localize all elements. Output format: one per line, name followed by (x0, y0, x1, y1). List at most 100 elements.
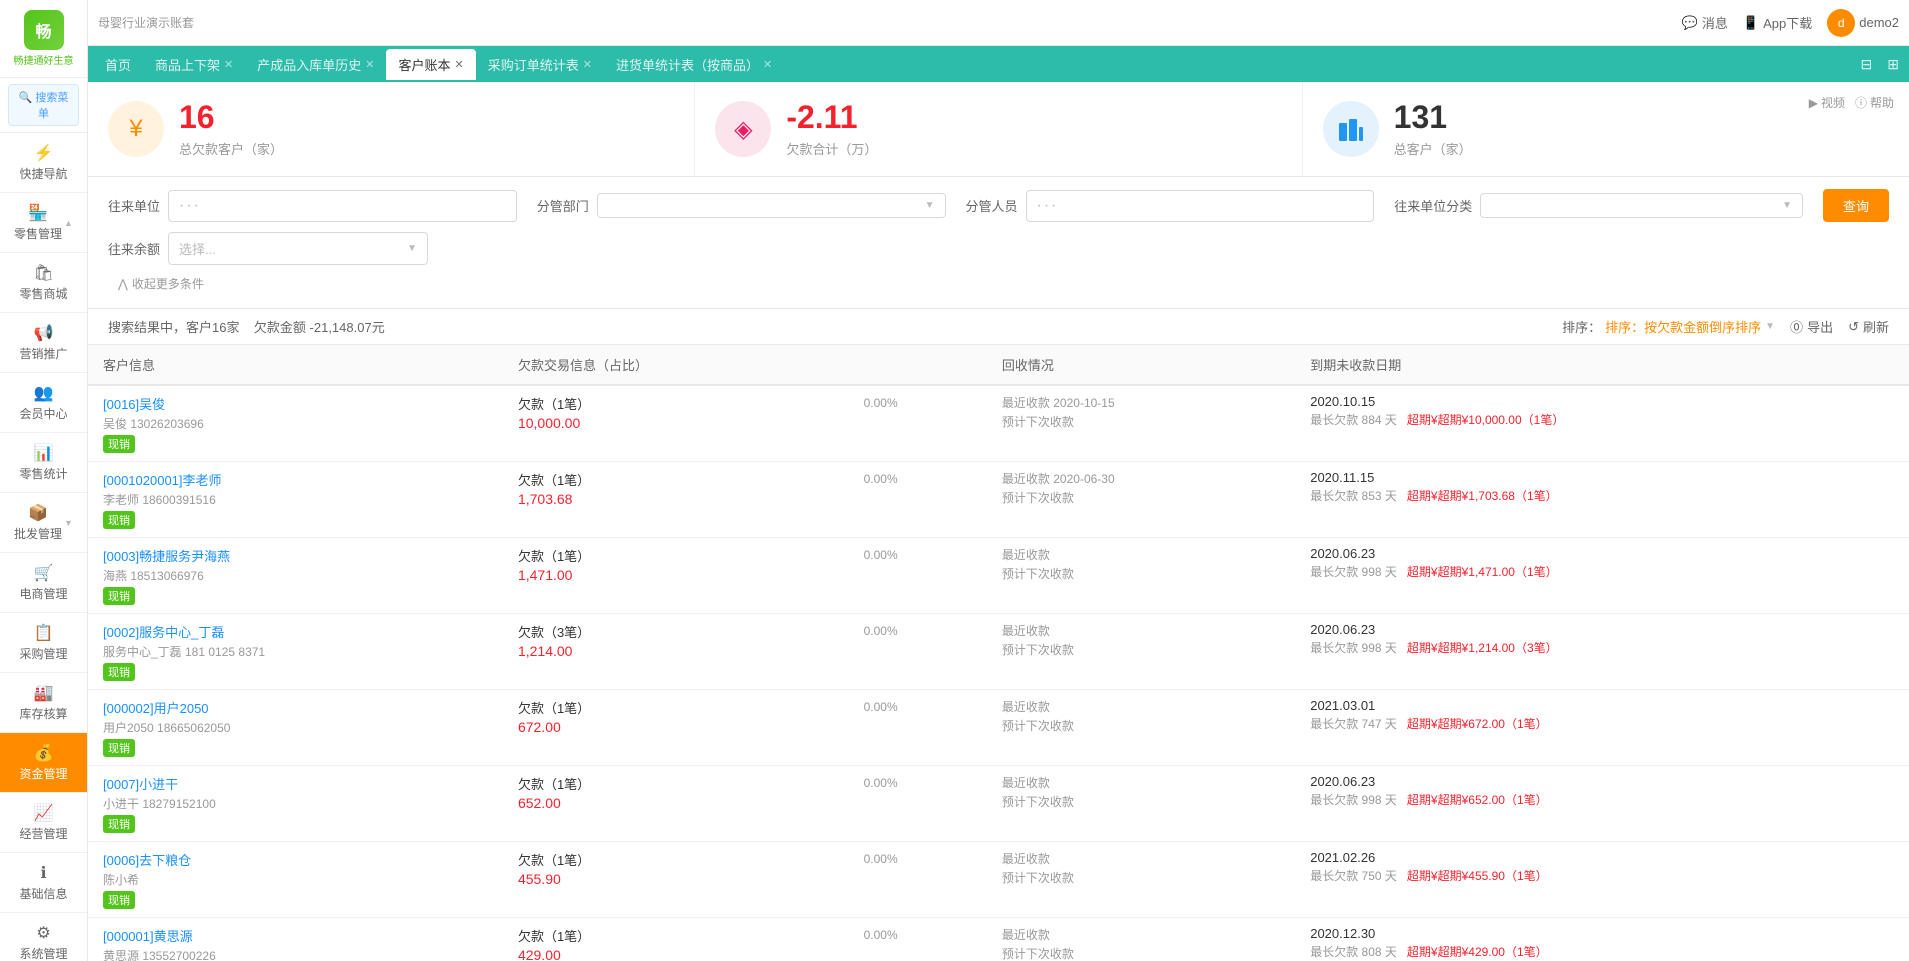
tab-product-status[interactable]: 商品上下架 ✕ (143, 49, 245, 80)
col-due-date: 到期未收款日期 (1295, 345, 1909, 385)
payback-next-4: 预计下次收款 (1002, 717, 1280, 734)
cell-due-2: 2020.06.23 最长欠款 998 天 超期¥超期¥1,471.00（1笔） (1295, 538, 1909, 614)
customer-name-6[interactable]: [0006]去下粮仓 (103, 850, 488, 869)
customer-name-5[interactable]: [0007]小进干 (103, 774, 488, 793)
tabs-minimize-btn[interactable]: ⊟ (1856, 54, 1878, 75)
search-menu-btn[interactable]: 🔍 搜索菜单 (8, 84, 79, 126)
close-tab-production-history[interactable]: ✕ (365, 58, 374, 71)
help-link[interactable]: ⓘ 帮助 (1855, 94, 1894, 111)
filter-input-person[interactable]: ··· (1026, 190, 1375, 222)
payback-next-2: 预计下次收款 (1002, 565, 1280, 582)
message-btn[interactable]: 💬 消息 (1682, 13, 1728, 32)
query-button[interactable]: 查询 (1823, 189, 1889, 222)
debt-amount-0[interactable]: 10,000.00 (518, 415, 834, 431)
sidebar-item-inventory[interactable]: 🏭 库存核算 (0, 673, 87, 733)
help-icon: ⓘ (1855, 94, 1867, 111)
chevron-category: ▼ (1782, 200, 1792, 211)
sort-select[interactable]: 排序： 排序：按欠款金额倒序排序 ▼ (1562, 317, 1775, 336)
sidebar-item-member[interactable]: 👥 会员中心 (0, 373, 87, 433)
sidebar-item-quick-nav[interactable]: ⚡ 快捷导航 (0, 133, 87, 193)
payback-next-0: 预计下次收款 (1002, 413, 1280, 430)
tabs-maximize-btn[interactable]: ⊞ (1882, 54, 1904, 75)
table-row: [000002]用户2050 用户2050 18665062050 现销 欠款（… (88, 690, 1909, 766)
collapse-filter-btn[interactable]: ⋀ 收起更多条件 (108, 271, 1889, 296)
overdue-link-0[interactable]: 超期¥超期¥10,000.00（1笔） (1407, 413, 1564, 427)
tab-production-history[interactable]: 产成品入库单历史 ✕ (245, 49, 386, 80)
overdue-link-5[interactable]: 超期¥超期¥652.00（1笔） (1407, 793, 1548, 807)
sidebar-item-system[interactable]: ⚙ 系统管理 (0, 913, 87, 961)
filter-select-category[interactable]: ▼ (1480, 193, 1803, 218)
overdue-link-7[interactable]: 超期¥超期¥429.00（1笔） (1407, 945, 1548, 959)
sidebar-item-retail-stat[interactable]: 📊 零售统计 (0, 433, 87, 493)
sidebar-item-finance[interactable]: 💰 资金管理 (0, 733, 87, 793)
close-tab-purchase-summary[interactable]: ✕ (583, 58, 592, 71)
customer-name-0[interactable]: [0016]吴俊 (103, 394, 488, 413)
overdue-link-3[interactable]: 超期¥超期¥1,214.00（3笔） (1407, 641, 1558, 655)
cell-debt-count-5: 欠款（1笔） 652.00 (503, 766, 849, 842)
refresh-btn[interactable]: ↺ 刷新 (1848, 317, 1889, 336)
customer-name-4[interactable]: [000002]用户2050 (103, 698, 488, 717)
user-menu-btn[interactable]: d demo2 (1827, 9, 1899, 37)
customer-sub-2: 海燕 18513066976 (103, 567, 488, 584)
sidebar-item-ecommerce[interactable]: 🛒 电商管理 (0, 553, 87, 613)
tab-home[interactable]: 首页 (93, 49, 143, 80)
debt-amount-3[interactable]: 1,214.00 (518, 643, 834, 659)
sidebar-item-marketing[interactable]: 📢 营销推广 (0, 313, 87, 373)
video-icon: ▶ (1809, 96, 1818, 110)
overdue-days-4: 最长欠款 747 天 (1310, 717, 1403, 731)
table-row: [000001]黄思源 黄思源 13552700226 现销 欠款（1笔） 42… (88, 918, 1909, 961)
overdue-link-4[interactable]: 超期¥超期¥672.00（1笔） (1407, 717, 1548, 731)
close-tab-purchase-product-summary[interactable]: ✕ (763, 58, 772, 71)
payback-date-7: 最近收款 (1002, 926, 1280, 943)
cell-payback-6: 最近收款 预计下次收款 (987, 842, 1295, 918)
payback-date-4: 最近收款 (1002, 698, 1280, 715)
overdue-link-1[interactable]: 超期¥超期¥1,703.68（1笔） (1407, 489, 1558, 503)
cell-debt-ratio-2: 0.00% (849, 538, 987, 614)
sidebar-item-wholesale[interactable]: 📦 批发管理 ▼ (0, 493, 87, 553)
debt-amount-1[interactable]: 1,703.68 (518, 491, 834, 507)
customer-name-1[interactable]: [0001020001]李老师 (103, 470, 488, 489)
message-icon: 💬 (1682, 15, 1698, 31)
overdue-text-0: 最长欠款 884 天 超期¥超期¥10,000.00（1笔） (1310, 411, 1894, 428)
export-btn[interactable]: ⓪ 导出 (1790, 317, 1833, 336)
customer-tag-4: 现销 (103, 739, 135, 757)
due-date-5: 2020.06.23 (1310, 774, 1894, 789)
tab-purchase-product-summary[interactable]: 进货单统计表（按商品） ✕ (604, 49, 784, 80)
debt-amount-7[interactable]: 429.00 (518, 947, 834, 961)
topbar: 母婴行业演示账套 💬 消息 📱 App下载 d demo2 (88, 0, 1909, 46)
sidebar-item-purchase[interactable]: 📋 采购管理 (0, 613, 87, 673)
cell-debt-ratio-1: 0.00% (849, 462, 987, 538)
debt-amount-6[interactable]: 455.90 (518, 871, 834, 887)
sidebar-item-operations[interactable]: 📈 经营管理 (0, 793, 87, 853)
customer-name-7[interactable]: [000001]黄思源 (103, 926, 488, 945)
customer-name-3[interactable]: [0002]服务中心_丁磊 (103, 622, 488, 641)
tab-customer-account[interactable]: 客户账本 ✕ (386, 49, 475, 80)
sidebar-item-retail-shop[interactable]: 🛍 零售商城 (0, 253, 87, 313)
cell-due-3: 2020.06.23 最长欠款 998 天 超期¥超期¥1,214.00（3笔） (1295, 614, 1909, 690)
filter-input-partner[interactable]: ··· (168, 190, 517, 222)
overdue-link-6[interactable]: 超期¥超期¥455.90（1笔） (1407, 869, 1548, 883)
customer-name-2[interactable]: [0003]畅捷服务尹海燕 (103, 546, 488, 565)
stat-card-debt-customers: ¥ 16 总欠款客户（家） (88, 82, 695, 176)
debt-amount-5[interactable]: 652.00 (518, 795, 834, 811)
customer-tag-5: 现销 (103, 815, 135, 833)
sidebar-item-retail-mgmt[interactable]: 🏪 零售管理 ▲ (0, 193, 87, 253)
sidebar-item-basic-info[interactable]: ℹ 基础信息 (0, 853, 87, 913)
debt-count-2: 欠款（1笔） (518, 546, 834, 565)
debt-amount-4[interactable]: 672.00 (518, 719, 834, 735)
close-tab-customer-account[interactable]: ✕ (455, 58, 464, 71)
debt-amount-2[interactable]: 1,471.00 (518, 567, 834, 583)
video-link[interactable]: ▶ 视频 (1809, 94, 1845, 111)
cell-debt-count-7: 欠款（1笔） 429.00 (503, 918, 849, 961)
filter-select-dept[interactable]: ▼ (597, 193, 946, 218)
stat-label-debt-customers: 总欠款客户（家） (179, 139, 674, 158)
table-row: [0006]去下粮仓 陈小希 现销 欠款（1笔） 455.90 0.00% 最近… (88, 842, 1909, 918)
tabs-actions: ⊟ ⊞ (1856, 54, 1904, 75)
close-tab-product-status[interactable]: ✕ (224, 58, 233, 71)
filter-select-balance[interactable]: 选择... ▼ (168, 232, 428, 265)
app-download-btn[interactable]: 📱 App下载 (1743, 13, 1812, 32)
cell-payback-1: 最近收款 2020-06-30 预计下次收款 (987, 462, 1295, 538)
overdue-link-2[interactable]: 超期¥超期¥1,471.00（1笔） (1407, 565, 1558, 579)
payback-next-5: 预计下次收款 (1002, 793, 1280, 810)
tab-purchase-summary[interactable]: 采购订单统计表 ✕ (476, 49, 604, 80)
